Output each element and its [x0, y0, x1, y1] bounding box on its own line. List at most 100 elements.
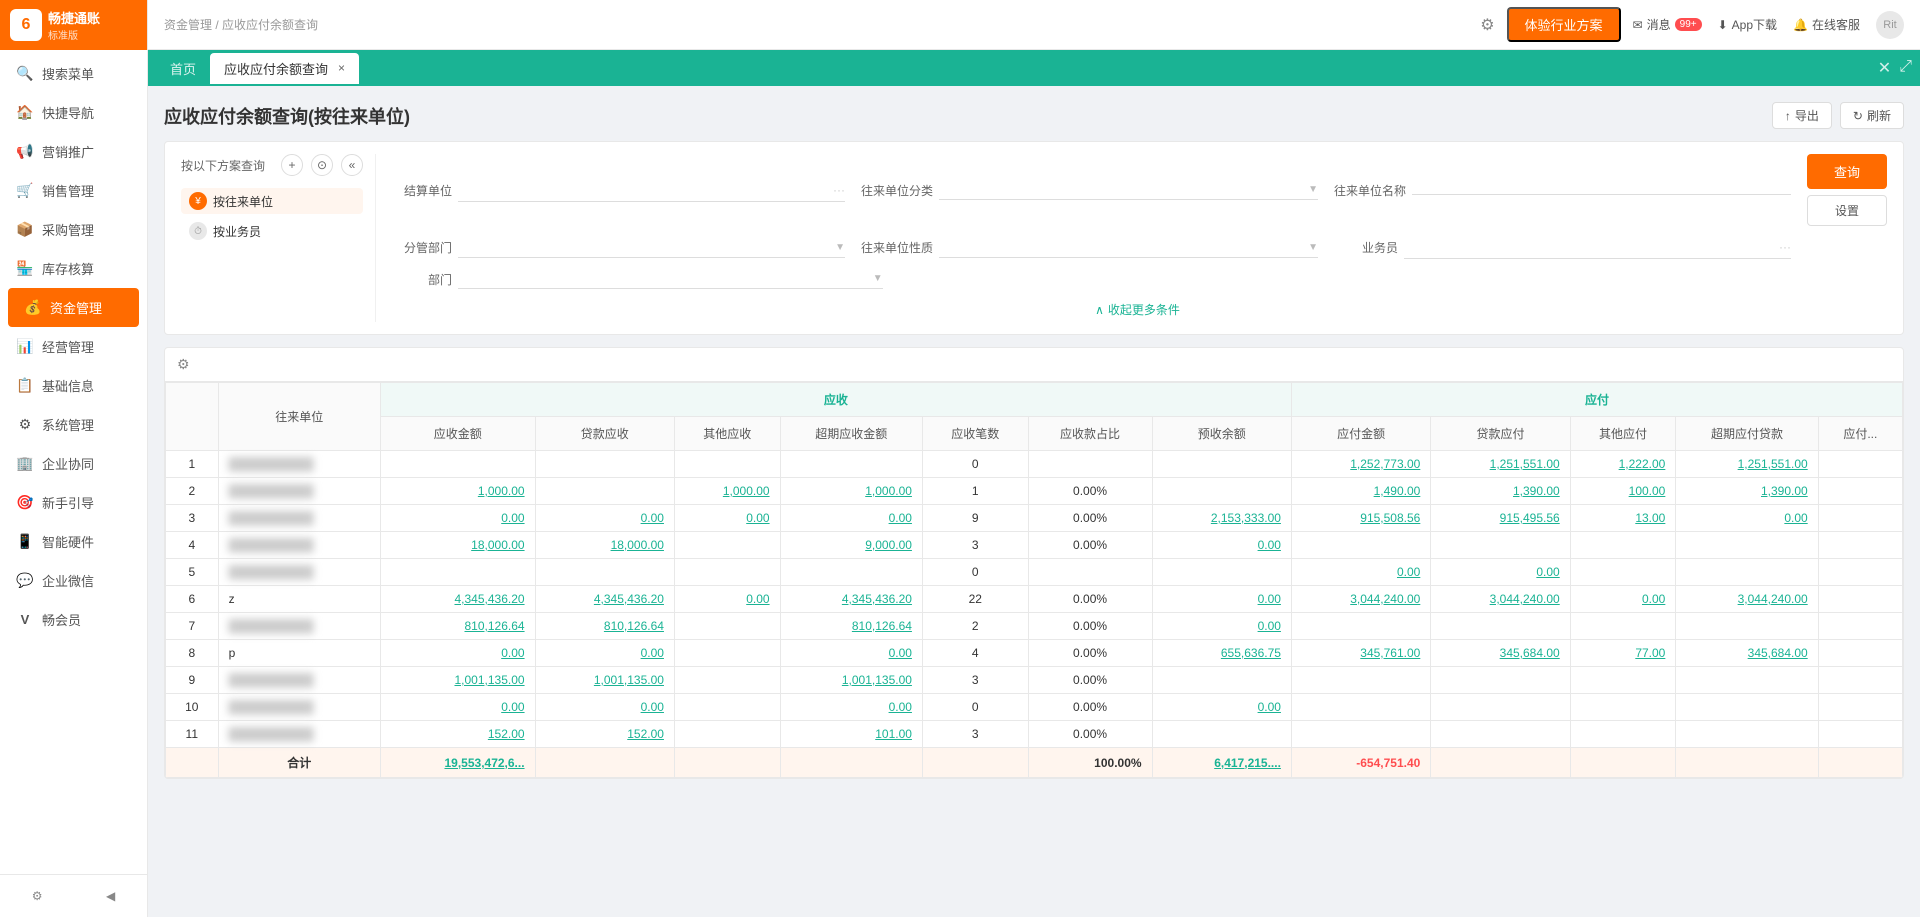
close-window-icon[interactable]: ✕ — [1878, 58, 1891, 78]
tab-home[interactable]: 首页 — [156, 53, 210, 84]
row-ap-loan[interactable]: 915,495.56 — [1431, 505, 1570, 532]
avatar[interactable]: Rit — [1876, 11, 1904, 39]
row-ar-loan[interactable]: 0.00 — [535, 640, 674, 667]
row-ap-overdue[interactable]: 3,044,240.00 — [1676, 586, 1818, 613]
sidebar-item-member[interactable]: V 畅会员 — [0, 600, 147, 639]
row-ar-loan[interactable]: 152.00 — [535, 721, 674, 748]
row-ar-count[interactable]: 3 — [922, 721, 1028, 748]
row-ap-other[interactable]: 77.00 — [1570, 640, 1676, 667]
sidebar-item-marketing[interactable]: 📢 营销推广 — [0, 132, 147, 171]
row-ar-other[interactable]: 0.00 — [674, 586, 780, 613]
row-ap-loan[interactable]: 1,251,551.00 — [1431, 451, 1570, 478]
row-ap-other[interactable]: 0.00 — [1570, 586, 1676, 613]
row-ap-overdue[interactable]: 345,684.00 — [1676, 640, 1818, 667]
row-ap-amount[interactable]: 3,044,240.00 — [1291, 586, 1430, 613]
row-ar-amount[interactable]: 1,001,135.00 — [380, 667, 535, 694]
row-ar-ratio[interactable]: 0.00% — [1028, 640, 1152, 667]
field-settlement-unit-input[interactable]: ··· — [458, 179, 845, 202]
tab-close-icon[interactable]: × — [338, 61, 345, 75]
row-ar-amount[interactable]: 0.00 — [380, 640, 535, 667]
sidebar-item-inventory[interactable]: 🏪 库存核算 — [0, 249, 147, 288]
row-ar-ratio[interactable]: 0.00% — [1028, 721, 1152, 748]
row-ar-overdue[interactable]: 1,001,135.00 — [780, 667, 922, 694]
sidebar-item-sys-mgmt[interactable]: ⚙ 系统管理 — [0, 405, 147, 444]
field-dept-mgmt-input[interactable]: ▼ — [458, 238, 845, 258]
row-ap-overdue[interactable]: 1,251,551.00 — [1676, 451, 1818, 478]
online-service-action[interactable]: 🔔 在线客服 — [1793, 16, 1860, 33]
total-ar-advance[interactable]: 6,417,215.... — [1152, 748, 1291, 778]
row-ap-amount[interactable]: 1,490.00 — [1291, 478, 1430, 505]
row-ar-count[interactable]: 1 — [922, 478, 1028, 505]
sidebar-item-purchase[interactable]: 📦 采购管理 — [0, 210, 147, 249]
row-ar-ratio[interactable]: 0.00% — [1028, 586, 1152, 613]
export-button[interactable]: ↑ 导出 — [1772, 102, 1832, 129]
query-button[interactable]: 查询 — [1807, 154, 1887, 189]
row-ap-overdue[interactable]: 0.00 — [1676, 505, 1818, 532]
row-ar-ratio[interactable]: 0.00% — [1028, 667, 1152, 694]
sidebar-item-search-menu[interactable]: 🔍 搜索菜单 — [0, 54, 147, 93]
row-ar-count[interactable]: 0 — [922, 451, 1028, 478]
field-partner-category-input[interactable]: ▼ — [939, 180, 1318, 200]
app-download-action[interactable]: ⬇ App下载 — [1718, 16, 1777, 33]
field-partner-name-input[interactable] — [1412, 186, 1791, 195]
scheme-settings-icon[interactable]: ⊙ — [311, 154, 333, 176]
row-ar-amount[interactable]: 18,000.00 — [380, 532, 535, 559]
row-ar-loan[interactable]: 18,000.00 — [535, 532, 674, 559]
row-ar-other[interactable]: 0.00 — [674, 505, 780, 532]
row-ar-advance[interactable]: 655,636.75 — [1152, 640, 1291, 667]
row-ar-overdue[interactable]: 1,000.00 — [780, 478, 922, 505]
field-partner-nature-input[interactable]: ▼ — [939, 238, 1318, 258]
row-ar-loan[interactable]: 0.00 — [535, 505, 674, 532]
row-ar-overdue[interactable]: 4,345,436.20 — [780, 586, 922, 613]
row-ar-count[interactable]: 0 — [922, 694, 1028, 721]
row-ar-amount[interactable]: 4,345,436.20 — [380, 586, 535, 613]
sidebar-item-smart-hw[interactable]: 📱 智能硬件 — [0, 522, 147, 561]
row-ar-overdue[interactable]: 0.00 — [780, 694, 922, 721]
row-ap-amount[interactable]: 1,252,773.00 — [1291, 451, 1430, 478]
row-ar-count[interactable]: 9 — [922, 505, 1028, 532]
row-ar-count[interactable]: 2 — [922, 613, 1028, 640]
row-ar-ratio[interactable]: 0.00% — [1028, 694, 1152, 721]
row-ar-advance[interactable]: 2,153,333.00 — [1152, 505, 1291, 532]
row-ar-count[interactable]: 0 — [922, 559, 1028, 586]
row-ar-advance[interactable]: 0.00 — [1152, 613, 1291, 640]
total-ar-amount[interactable]: 19,553,472,6... — [380, 748, 535, 778]
total-ap-amount[interactable]: -654,751.40 — [1291, 748, 1430, 778]
settings-icon[interactable]: ⚙ — [1480, 15, 1494, 35]
row-ar-count[interactable]: 22 — [922, 586, 1028, 613]
row-ar-overdue[interactable]: 810,126.64 — [780, 613, 922, 640]
sidebar-item-basic-info[interactable]: 📋 基础信息 — [0, 366, 147, 405]
row-ar-advance[interactable]: 0.00 — [1152, 586, 1291, 613]
sidebar-item-sales[interactable]: 🛒 销售管理 — [0, 171, 147, 210]
add-scheme-icon[interactable]: + — [281, 154, 303, 176]
sidebar-collapse-btn[interactable]: ◀ — [94, 883, 127, 909]
sidebar-item-wechat[interactable]: 💬 企业微信 — [0, 561, 147, 600]
row-ar-advance[interactable]: 0.00 — [1152, 694, 1291, 721]
row-ap-other[interactable]: 1,222.00 — [1570, 451, 1676, 478]
row-ap-loan[interactable]: 345,684.00 — [1431, 640, 1570, 667]
row-ar-amount[interactable]: 0.00 — [380, 505, 535, 532]
row-ar-ratio[interactable]: 0.00% — [1028, 613, 1152, 640]
collapse-more-btn[interactable]: ∧ 收起更多条件 — [388, 297, 1887, 322]
row-ap-loan[interactable]: 0.00 — [1431, 559, 1570, 586]
field-dept-input[interactable]: ▼ — [458, 269, 883, 289]
scheme-collapse-icon[interactable]: « — [341, 154, 363, 176]
promo-button[interactable]: 体验行业方案 — [1507, 7, 1621, 42]
table-gear-icon[interactable]: ⚙ — [177, 356, 190, 373]
row-ar-count[interactable]: 3 — [922, 532, 1028, 559]
row-ar-ratio[interactable]: 0.00% — [1028, 505, 1152, 532]
setting-button[interactable]: 设置 — [1807, 195, 1887, 226]
message-action[interactable]: ✉ 消息 99+ — [1633, 16, 1702, 33]
row-ap-amount[interactable]: 915,508.56 — [1291, 505, 1430, 532]
row-ar-amount[interactable]: 1,000.00 — [380, 478, 535, 505]
row-ap-other[interactable]: 13.00 — [1570, 505, 1676, 532]
row-ar-other[interactable]: 1,000.00 — [674, 478, 780, 505]
row-ar-count[interactable]: 3 — [922, 667, 1028, 694]
row-ar-amount[interactable]: 152.00 — [380, 721, 535, 748]
sidebar-item-guide[interactable]: 🎯 新手引导 — [0, 483, 147, 522]
row-ar-overdue[interactable]: 0.00 — [780, 505, 922, 532]
row-ap-other[interactable]: 100.00 — [1570, 478, 1676, 505]
row-ar-loan[interactable]: 0.00 — [535, 694, 674, 721]
row-ar-loan[interactable]: 810,126.64 — [535, 613, 674, 640]
row-ar-loan[interactable]: 4,345,436.20 — [535, 586, 674, 613]
